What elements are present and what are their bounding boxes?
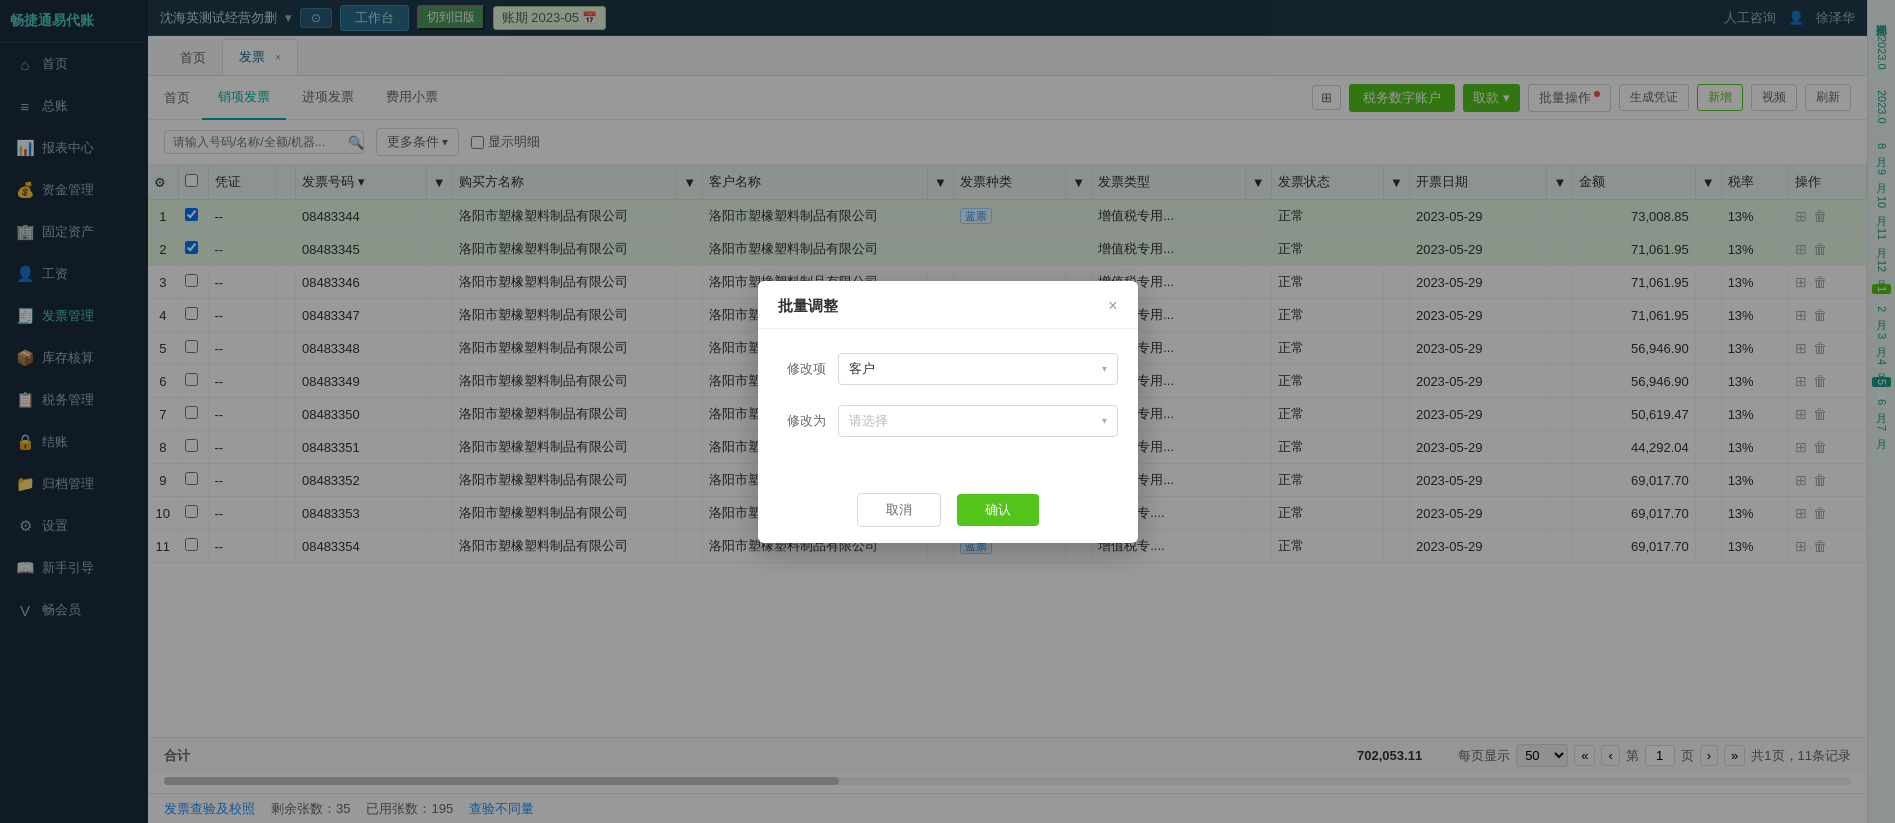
modal-cancel-btn[interactable]: 取消 bbox=[857, 493, 941, 527]
modal-body: 修改项 客户 ▾ 修改为 请选择 ▾ bbox=[758, 329, 1138, 481]
modal-field-value: 客户 bbox=[849, 360, 875, 378]
modal-header: 批量调整 × bbox=[758, 281, 1138, 329]
modal-field-label: 修改项 bbox=[778, 360, 838, 378]
modal-field-row: 修改项 客户 ▾ bbox=[778, 353, 1118, 385]
modal-change-to-row: 修改为 请选择 ▾ bbox=[778, 405, 1118, 437]
modal-change-to-label: 修改为 bbox=[778, 412, 838, 430]
modal-overlay[interactable]: 批量调整 × 修改项 客户 ▾ 修改为 请选择 ▾ 取消 确认 bbox=[0, 0, 1895, 823]
field-dropdown-icon: ▾ bbox=[1102, 363, 1107, 374]
modal-close-btn[interactable]: × bbox=[1108, 297, 1117, 315]
modal-confirm-btn[interactable]: 确认 bbox=[957, 494, 1039, 526]
modal-field-select[interactable]: 客户 ▾ bbox=[838, 353, 1118, 385]
modal-title: 批量调整 bbox=[778, 297, 838, 316]
change-to-dropdown-icon: ▾ bbox=[1102, 415, 1107, 426]
modal-change-to-placeholder: 请选择 bbox=[849, 412, 888, 430]
modal-change-to-select[interactable]: 请选择 ▾ bbox=[838, 405, 1118, 437]
modal-footer: 取消 确认 bbox=[758, 481, 1138, 543]
batch-adjust-modal: 批量调整 × 修改项 客户 ▾ 修改为 请选择 ▾ 取消 确认 bbox=[758, 281, 1138, 543]
